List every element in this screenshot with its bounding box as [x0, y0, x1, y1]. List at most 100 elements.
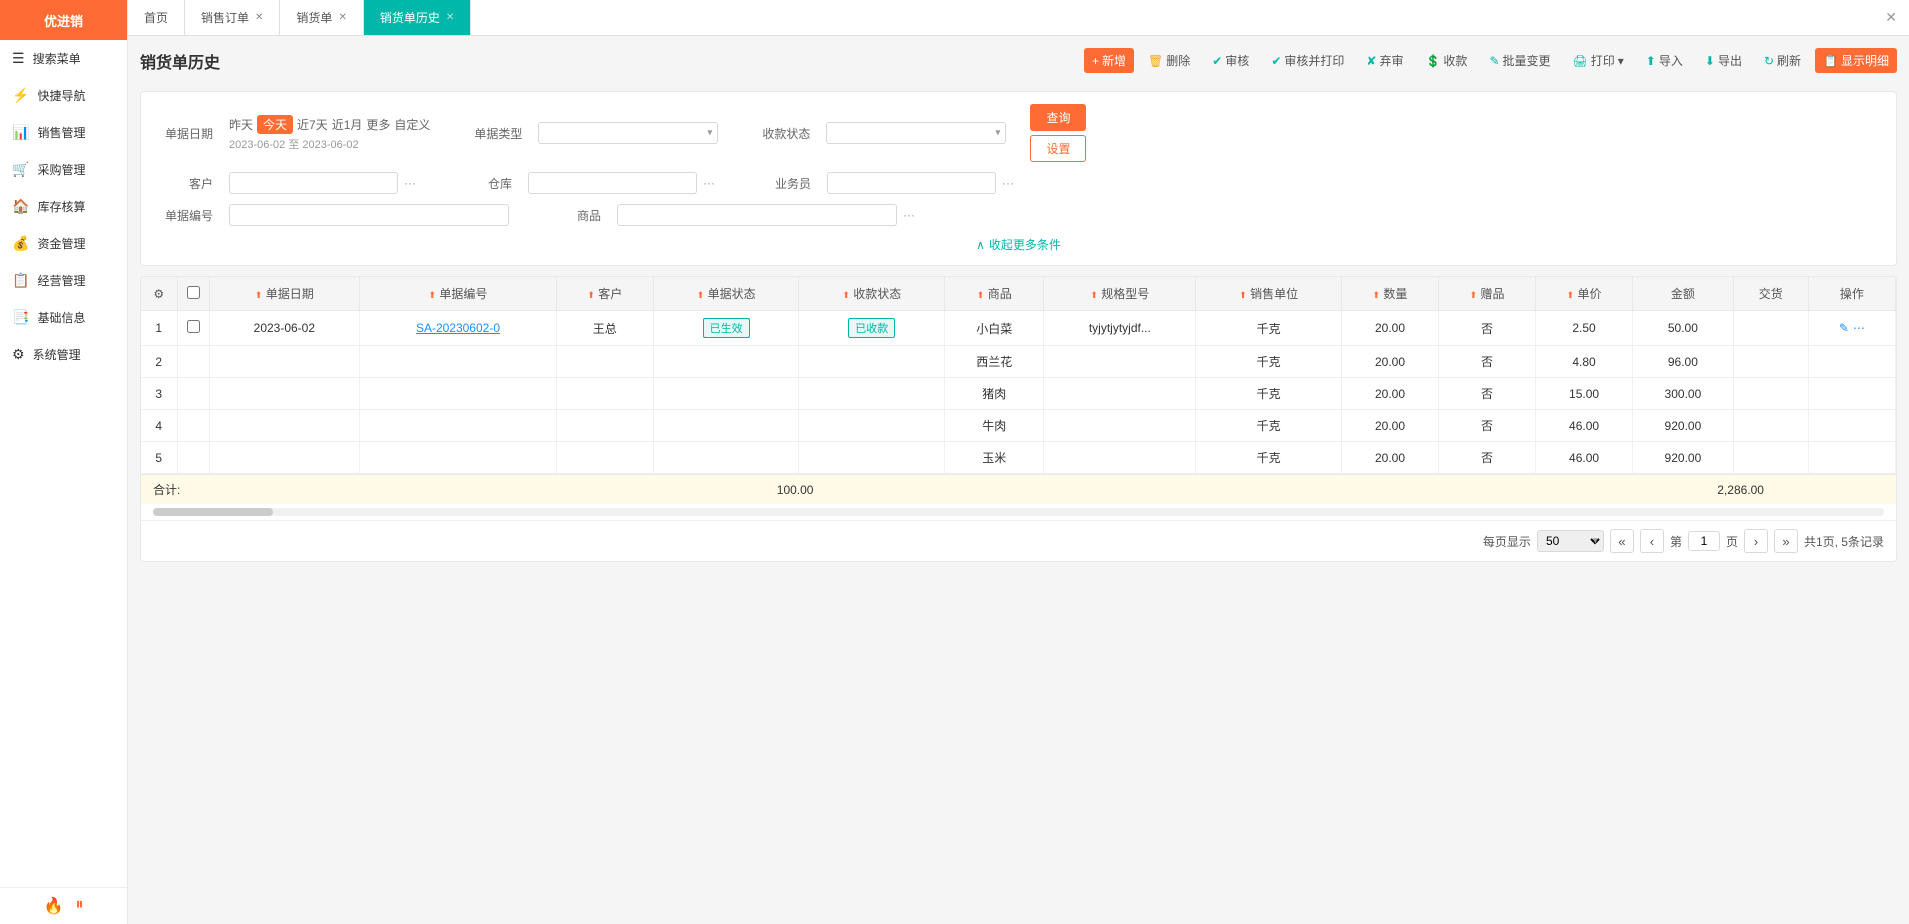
cell-delivery: [1733, 442, 1808, 474]
select-all-checkbox[interactable]: [187, 286, 200, 299]
doc-no-link[interactable]: SA-20230602-0: [416, 321, 500, 335]
doc-no-input[interactable]: [229, 204, 509, 226]
date-1month[interactable]: 近1月: [332, 116, 363, 133]
salesperson-ellipsis[interactable]: ···: [998, 174, 1018, 192]
sidebar-item-label: 采购管理: [37, 161, 85, 178]
date-yesterday[interactable]: 昨天: [229, 116, 253, 133]
show-detail-button[interactable]: 📋 显示明细: [1815, 48, 1897, 73]
close-tab-sales-delivery[interactable]: ✕: [338, 12, 346, 23]
sidebar-item-purchase-mgmt[interactable]: 🛒 采购管理: [0, 151, 127, 188]
close-all-tabs[interactable]: ✕: [1873, 9, 1909, 26]
cell-unit-price: 15.00: [1536, 378, 1633, 410]
tab-sales-history[interactable]: 销货单历史 ✕: [364, 0, 471, 35]
cell-checkbox[interactable]: [177, 346, 209, 378]
close-tab-sales-history[interactable]: ✕: [446, 12, 454, 23]
per-page-select[interactable]: 20 50 100: [1537, 530, 1604, 552]
pause-icon[interactable]: ⏸: [75, 896, 83, 916]
horizontal-scrollbar-track[interactable]: [153, 508, 1884, 516]
customer-ellipsis[interactable]: ···: [400, 174, 420, 192]
total-pages-info: 共1页, 5条记录: [1804, 533, 1884, 550]
tab-sales-delivery[interactable]: 销货单 ✕: [280, 0, 363, 35]
sidebar-item-sales-mgmt[interactable]: 📊 销售管理: [0, 114, 127, 151]
next-page-button[interactable]: ›: [1744, 529, 1768, 553]
cell-product: 猪肉: [945, 378, 1044, 410]
cell-checkbox[interactable]: [177, 311, 209, 346]
sidebar-item-finance[interactable]: 💰 资金管理: [0, 225, 127, 262]
sidebar-item-label: 快捷导航: [37, 87, 85, 104]
date-custom[interactable]: 自定义: [394, 116, 430, 133]
cell-checkbox[interactable]: [177, 378, 209, 410]
warehouse-input[interactable]: [528, 172, 697, 194]
show-detail-icon: 📋: [1823, 54, 1838, 68]
quick-nav-icon: ⚡: [12, 87, 29, 104]
col-checkbox[interactable]: [177, 277, 209, 311]
abandon-button[interactable]: ✘ 弃审: [1358, 48, 1411, 73]
sidebar-item-system-mgmt[interactable]: ⚙ 系统管理: [0, 336, 127, 373]
edit-op-button[interactable]: ✎: [1839, 321, 1849, 335]
close-tab-sales-order[interactable]: ✕: [255, 12, 263, 23]
print-button[interactable]: 🖨 打印 ▾: [1565, 48, 1632, 73]
product-ellipsis[interactable]: ···: [899, 206, 919, 224]
print-icon: 🖨: [1573, 54, 1588, 68]
col-spec: ⬆ 规格型号: [1044, 277, 1196, 311]
first-page-button[interactable]: «: [1610, 529, 1634, 553]
abandon-icon: ✘: [1366, 54, 1376, 68]
add-button[interactable]: + 新增: [1084, 48, 1134, 73]
sidebar-item-quick-nav[interactable]: ⚡ 快捷导航: [0, 77, 127, 114]
cell-checkbox[interactable]: [177, 442, 209, 474]
query-button[interactable]: 查询: [1030, 104, 1086, 131]
col-customer: ⬆ 客户: [556, 277, 653, 311]
sidebar-item-basic-info[interactable]: 📑 基础信息: [0, 299, 127, 336]
page-input[interactable]: [1688, 531, 1720, 551]
cell-amount: 96.00: [1633, 346, 1734, 378]
warehouse-ellipsis[interactable]: ···: [699, 174, 719, 192]
more-op-button[interactable]: ⋯: [1853, 321, 1865, 335]
delete-button[interactable]: 🗑 删除: [1140, 48, 1198, 73]
cell-doc-status: [653, 378, 799, 410]
batch-change-button[interactable]: ✎ 批量变更: [1481, 48, 1558, 73]
collapse-button[interactable]: ∧ 收起更多条件: [157, 236, 1880, 253]
fire-icon[interactable]: 🔥: [44, 896, 64, 916]
cell-customer: [556, 410, 653, 442]
last-page-button[interactable]: »: [1774, 529, 1798, 553]
cell-checkbox[interactable]: [177, 410, 209, 442]
cell-unit: 千克: [1196, 378, 1342, 410]
cell-ops: [1808, 346, 1895, 378]
data-table: ⚙ ⬆ 单据日期 ⬆ 单据编号 ⬆ 客户 ⬆ 单据状态 ⬆ 收款状态 ⬆ 商品 …: [140, 276, 1897, 562]
tab-sales-order-label: 销售订单: [201, 9, 249, 26]
salesperson-input[interactable]: [827, 172, 996, 194]
cell-qty: 20.00: [1341, 346, 1438, 378]
query-settings-group: 查询 设置: [1030, 104, 1086, 162]
audit-button[interactable]: ✔ 审核: [1204, 48, 1257, 73]
audit-print-button[interactable]: ✔ 审核并打印: [1263, 48, 1352, 73]
date-today[interactable]: 今天: [257, 115, 293, 134]
sidebar-item-label: 基础信息: [37, 309, 85, 326]
product-input[interactable]: [617, 204, 897, 226]
doc-type-select[interactable]: [538, 122, 718, 144]
import-button[interactable]: ⬆ 导入: [1638, 48, 1691, 73]
customer-input-group: ···: [229, 172, 420, 194]
cell-spec: [1044, 442, 1196, 474]
date-7days[interactable]: 近7天: [297, 116, 328, 133]
cell-amount: 920.00: [1633, 410, 1734, 442]
sidebar-item-operations[interactable]: 📋 经营管理: [0, 262, 127, 299]
export-button[interactable]: ⬇ 导出: [1697, 48, 1750, 73]
collect-button[interactable]: 💲 收款: [1417, 48, 1475, 73]
col-product: ⬆ 商品: [945, 277, 1044, 311]
payment-status-select[interactable]: [826, 122, 1006, 144]
date-more[interactable]: 更多: [366, 116, 390, 133]
prev-page-button[interactable]: ‹: [1640, 529, 1664, 553]
customer-input[interactable]: [229, 172, 398, 194]
sidebar-item-inventory[interactable]: 🏠 库存核算: [0, 188, 127, 225]
settings-button[interactable]: 设置: [1030, 135, 1086, 162]
tab-home[interactable]: 首页: [128, 0, 185, 35]
cell-gift: 否: [1439, 442, 1536, 474]
col-delivery: 交货: [1733, 277, 1808, 311]
cell-doc-status: [653, 346, 799, 378]
print-dropdown-icon: ▾: [1618, 54, 1624, 68]
refresh-button[interactable]: ↻ 刷新: [1756, 48, 1809, 73]
tab-sales-order[interactable]: 销售订单 ✕: [185, 0, 280, 35]
sidebar-item-search-menu[interactable]: ☰ 搜索菜单: [0, 40, 127, 77]
col-settings[interactable]: ⚙: [141, 277, 177, 311]
horizontal-scrollbar-thumb[interactable]: [153, 508, 273, 516]
